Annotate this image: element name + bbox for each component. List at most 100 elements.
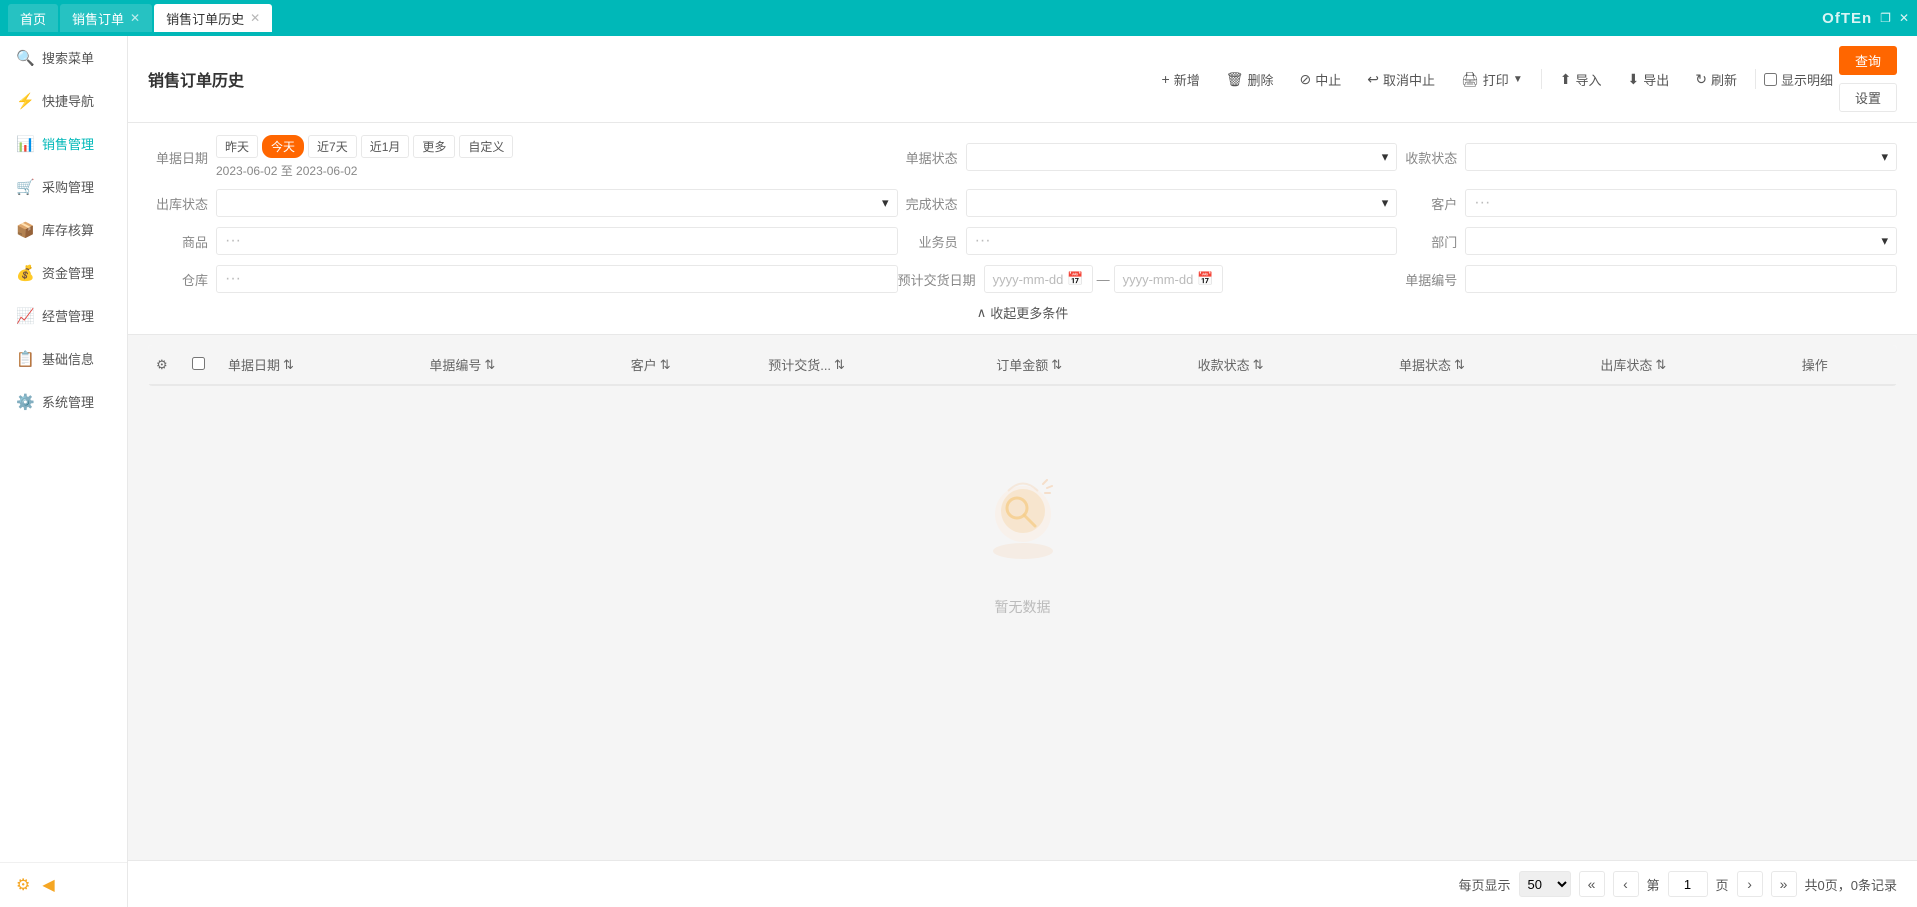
- purchase-mgmt-icon: 🛒: [16, 178, 34, 196]
- first-page-btn[interactable]: «: [1579, 871, 1605, 897]
- export-label: 导出: [1643, 70, 1669, 89]
- col-stock-status[interactable]: 出库状态 ⇅: [1592, 345, 1793, 385]
- col-number[interactable]: 单据编号 ⇅: [421, 345, 622, 385]
- col-customer-sort[interactable]: 客户 ⇅: [631, 355, 752, 374]
- department-select[interactable]: ▾: [1465, 227, 1897, 255]
- sidebar-collapse-icon[interactable]: ◀: [42, 875, 54, 895]
- col-order-amount-sort[interactable]: 订单金额 ⇅: [996, 355, 1181, 374]
- table-header-row: ⚙ 单据日期 ⇅ 单据编号: [148, 345, 1897, 385]
- col-date-label: 单据日期: [228, 355, 280, 374]
- bill-status-select[interactable]: ▾: [966, 143, 1398, 171]
- col-payment-status[interactable]: 收款状态 ⇅: [1190, 345, 1391, 385]
- col-stock-status-sort[interactable]: 出库状态 ⇅: [1600, 355, 1785, 374]
- tab-sales-history-close[interactable]: ✕: [250, 11, 260, 25]
- close-btn-top[interactable]: ✕: [1899, 11, 1909, 25]
- tab-sales-order-close[interactable]: ✕: [130, 11, 140, 25]
- col-customer[interactable]: 客户 ⇅: [623, 345, 760, 385]
- quick-nav-icon: ⚡: [16, 92, 34, 110]
- customer-input[interactable]: ···: [1465, 189, 1897, 217]
- col-settings[interactable]: ⚙: [148, 345, 184, 385]
- date-range: 2023-06-02 至 2023-06-02: [216, 162, 898, 179]
- export-button[interactable]: ⬇ 导出: [1617, 66, 1679, 93]
- tab-sales-order[interactable]: 销售订单 ✕: [60, 4, 152, 32]
- sort-icon-date: ⇅: [283, 357, 294, 373]
- filter-row-3: 商品 ··· 业务员 ··· 部门 ▾: [148, 227, 1897, 255]
- col-expected-delivery-sort[interactable]: 预计交货... ⇅: [768, 355, 980, 374]
- sidebar-item-search-menu-label: 搜索菜单: [42, 48, 94, 67]
- select-all-checkbox[interactable]: [192, 357, 205, 370]
- date-btn-7days[interactable]: 近7天: [308, 135, 357, 158]
- last-page-btn[interactable]: »: [1771, 871, 1797, 897]
- sidebar-item-finance[interactable]: 💰 资金管理: [0, 251, 127, 294]
- date-btn-today[interactable]: 今天: [262, 135, 304, 158]
- col-customer-label: 客户: [631, 355, 657, 374]
- refresh-icon: ↻: [1695, 71, 1707, 88]
- bill-number-input[interactable]: [1465, 265, 1897, 293]
- customer-dots[interactable]: ···: [1474, 194, 1490, 212]
- col-expected-delivery[interactable]: 预计交货... ⇅: [760, 345, 988, 385]
- warehouse-dots[interactable]: ···: [225, 270, 241, 288]
- new-button[interactable]: + 新增: [1152, 66, 1210, 93]
- date-btn-1month[interactable]: 近1月: [361, 135, 410, 158]
- sidebar-item-search-menu[interactable]: 🔍 搜索菜单: [0, 36, 127, 79]
- date-btn-custom[interactable]: 自定义: [459, 135, 513, 158]
- complete-status-arrow: ▾: [1382, 195, 1389, 211]
- filter-warehouse-field: 仓库 ···: [148, 265, 898, 293]
- col-bill-status[interactable]: 单据状态 ⇅: [1391, 345, 1592, 385]
- sidebar-item-basic-info[interactable]: 📋 基础信息: [0, 337, 127, 380]
- sidebar-item-quick-nav[interactable]: ⚡ 快捷导航: [0, 79, 127, 122]
- delivery-date-from[interactable]: yyyy-mm-dd 📅: [984, 265, 1093, 293]
- salesman-dots[interactable]: ···: [975, 232, 991, 250]
- date-btn-more[interactable]: 更多: [413, 135, 455, 158]
- col-check[interactable]: [184, 345, 220, 385]
- stop-button[interactable]: ⊘ 中止: [1290, 66, 1352, 93]
- date-btn-yesterday[interactable]: 昨天: [216, 135, 258, 158]
- col-date-sort[interactable]: 单据日期 ⇅: [228, 355, 413, 374]
- sidebar-item-system-mgmt[interactable]: ⚙️ 系统管理: [0, 380, 127, 423]
- sidebar-item-purchase-mgmt-label: 采购管理: [42, 177, 94, 196]
- col-payment-status-label: 收款状态: [1198, 355, 1250, 374]
- warehouse-input[interactable]: ···: [216, 265, 898, 293]
- col-order-amount[interactable]: 订单金额 ⇅: [988, 345, 1189, 385]
- restore-btn[interactable]: ❐: [1880, 11, 1891, 25]
- goods-dots[interactable]: ···: [225, 232, 241, 250]
- col-date[interactable]: 单据日期 ⇅: [220, 345, 421, 385]
- query-button[interactable]: 查询: [1839, 46, 1897, 75]
- next-page-btn[interactable]: ›: [1737, 871, 1763, 897]
- delete-button[interactable]: 🗑 删除: [1216, 66, 1284, 93]
- col-number-sort[interactable]: 单据编号 ⇅: [429, 355, 614, 374]
- sidebar-item-purchase-mgmt[interactable]: 🛒 采购管理: [0, 165, 127, 208]
- salesman-input[interactable]: ···: [966, 227, 1398, 255]
- sidebar-item-sales-mgmt[interactable]: 📊 销售管理: [0, 122, 127, 165]
- sidebar-item-inventory[interactable]: 📦 库存核算: [0, 208, 127, 251]
- page-number-input[interactable]: [1668, 871, 1708, 897]
- search-menu-icon: 🔍: [16, 49, 34, 67]
- import-button[interactable]: ⬆ 导入: [1550, 66, 1612, 93]
- complete-status-select[interactable]: ▾: [966, 189, 1398, 217]
- top-bar-right: OfTEn ❐ ✕: [1822, 10, 1909, 27]
- prev-page-btn[interactable]: ‹: [1613, 871, 1639, 897]
- sidebar-item-operations[interactable]: 📈 经营管理: [0, 294, 127, 337]
- col-bill-status-sort[interactable]: 单据状态 ⇅: [1399, 355, 1584, 374]
- sidebar-settings-icon[interactable]: ⚙: [16, 875, 30, 895]
- col-payment-status-sort[interactable]: 收款状态 ⇅: [1198, 355, 1383, 374]
- display-detail-checkbox[interactable]: [1764, 73, 1777, 86]
- tab-home[interactable]: 首页: [8, 4, 58, 32]
- empty-state: 暂无数据: [148, 386, 1897, 697]
- display-detail-toggle[interactable]: 显示明细: [1764, 70, 1833, 89]
- cancel-stop-button[interactable]: ↩ 取消中止: [1357, 66, 1445, 93]
- col-operations: 操作: [1794, 345, 1897, 385]
- tab-sales-history[interactable]: 销售订单历史 ✕: [154, 4, 272, 32]
- collapse-btn[interactable]: ∧ 收起更多条件: [977, 303, 1069, 322]
- goods-input[interactable]: ···: [216, 227, 898, 255]
- settings-button[interactable]: 设置: [1839, 83, 1897, 112]
- payment-status-select[interactable]: ▾: [1465, 143, 1897, 171]
- date-dash: —: [1097, 272, 1110, 287]
- refresh-button[interactable]: ↻ 刷新: [1685, 66, 1747, 93]
- stock-status-select[interactable]: ▾: [216, 189, 898, 217]
- sort-icon-stock: ⇅: [1655, 357, 1666, 373]
- sidebar: 🔍 搜索菜单 ⚡ 快捷导航 📊 销售管理 🛒 采购管理 📦 库存核算 💰 资金管…: [0, 36, 128, 907]
- per-page-select[interactable]: 20 50 100: [1519, 871, 1571, 897]
- delivery-date-to[interactable]: yyyy-mm-dd 📅: [1114, 265, 1223, 293]
- print-button[interactable]: 🖨 打印 ▼: [1451, 66, 1533, 93]
